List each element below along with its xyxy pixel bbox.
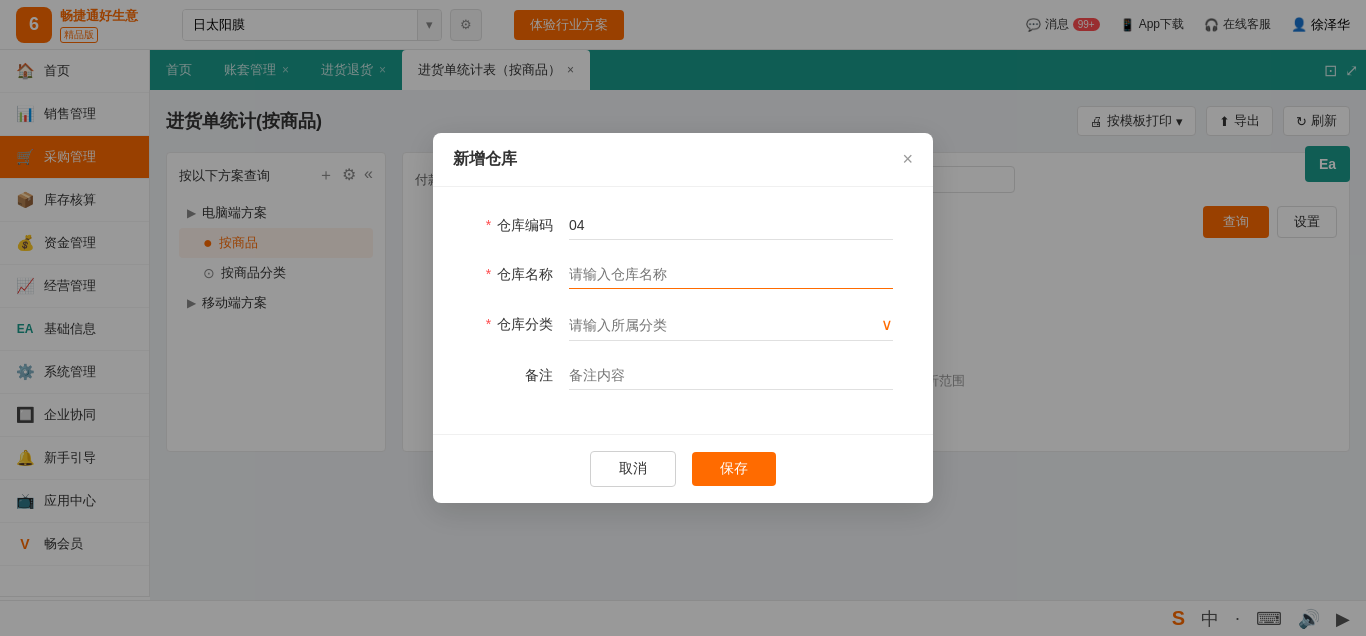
dialog-new-warehouse: 新增仓库 × * 仓库编码 * 仓库名称 (433, 133, 933, 503)
warehouse-name-input[interactable] (569, 260, 893, 289)
remark-input[interactable] (569, 361, 893, 390)
dialog-close-btn[interactable]: × (902, 149, 913, 170)
remark-label: 备注 (473, 367, 553, 385)
required-mark-category: * (486, 316, 491, 332)
category-input[interactable] (569, 317, 881, 333)
dialog-footer: 取消 保存 (433, 434, 933, 503)
dialog-code-row: * 仓库编码 (473, 211, 893, 240)
category-dropdown-icon[interactable]: ∨ (881, 315, 893, 334)
name-label: * 仓库名称 (473, 266, 553, 284)
dialog-header: 新增仓库 × (433, 133, 933, 187)
category-label: * 仓库分类 (473, 316, 553, 334)
code-label: * 仓库编码 (473, 217, 553, 235)
category-select-wrap: ∨ (569, 309, 893, 341)
save-button[interactable]: 保存 (692, 452, 776, 486)
required-mark-code: * (486, 217, 491, 233)
cancel-button[interactable]: 取消 (590, 451, 676, 487)
dialog-category-row: * 仓库分类 ∨ (473, 309, 893, 341)
dialog-name-row: * 仓库名称 (473, 260, 893, 289)
dialog-remark-row: 备注 (473, 361, 893, 390)
modal-overlay[interactable]: 新增仓库 × * 仓库编码 * 仓库名称 (0, 0, 1366, 636)
dialog-title: 新增仓库 (453, 149, 517, 170)
dialog-body: * 仓库编码 * 仓库名称 * 仓库分类 (433, 187, 933, 434)
required-mark-name: * (486, 266, 491, 282)
warehouse-code-input[interactable] (569, 211, 893, 240)
